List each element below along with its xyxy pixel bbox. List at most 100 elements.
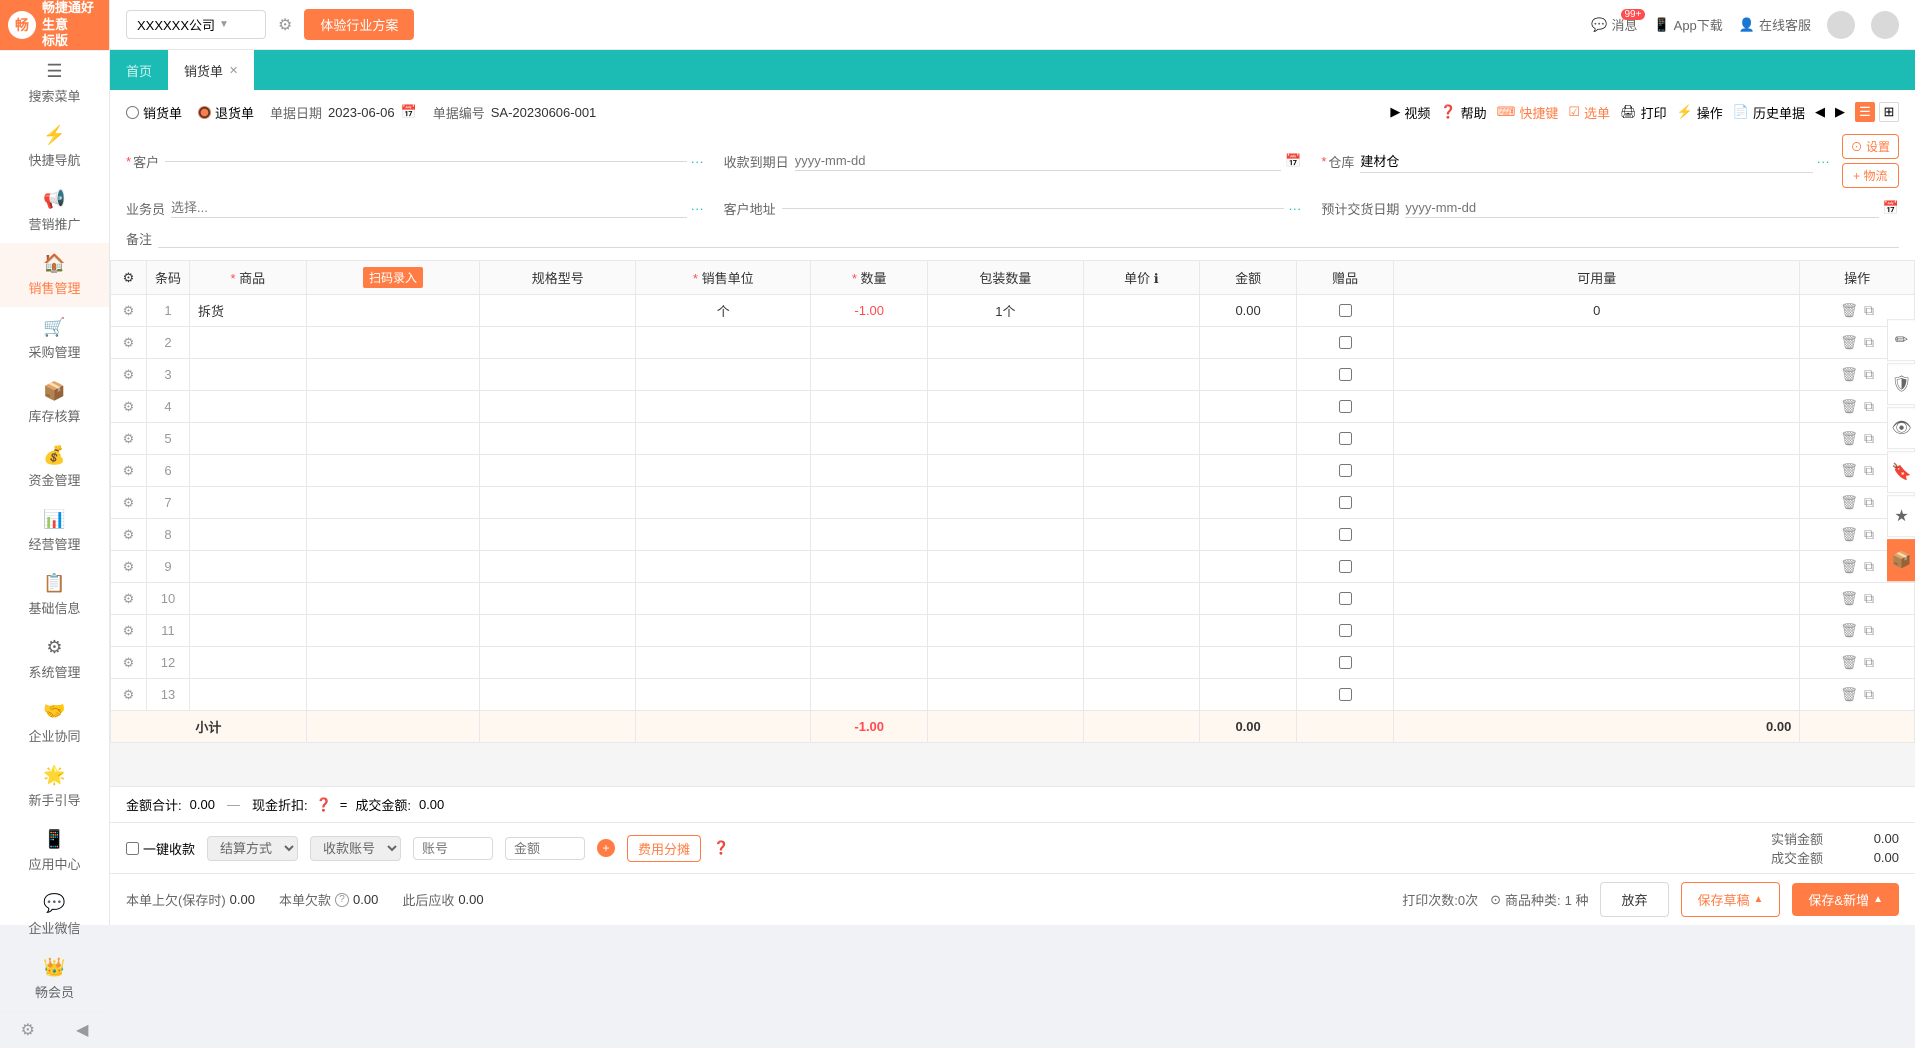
row-setting-icon[interactable]: ⚙ [123,335,135,350]
staff-input[interactable] [171,198,687,218]
date-calendar-icon[interactable]: 📅 [401,104,417,120]
account-select[interactable]: 收款账号 [310,836,401,861]
user-avatar2[interactable] [1871,11,1899,39]
copy-row-btn[interactable]: ⧉ [1864,334,1874,351]
gift-checkbox[interactable] [1339,304,1352,317]
customer-addr-dots[interactable]: ··· [1288,201,1301,216]
one-click-checkbox[interactable] [126,842,139,855]
row-setting-icon[interactable]: ⚙ [123,559,135,574]
action-video[interactable]: ▶ 视频 [1390,103,1430,122]
tab-home[interactable]: 首页 [110,50,168,90]
row-setting-icon[interactable]: ⚙ [123,623,135,638]
row-setting-icon[interactable]: ⚙ [123,367,135,382]
cell-qty[interactable] [811,679,928,711]
cell-qty[interactable] [811,583,928,615]
cell-price[interactable] [1083,615,1199,647]
cell-qty[interactable] [811,359,928,391]
cell-qty[interactable] [811,647,928,679]
sidebar-item-system[interactable]: ⚙ 系统管理 [0,627,109,691]
delete-row-btn[interactable]: 🗑 [1840,366,1858,383]
cell-qty[interactable] [811,327,928,359]
copy-row-btn[interactable]: ⧉ [1864,526,1874,543]
view-list-icon[interactable]: ☰ [1855,102,1875,122]
customer-input[interactable] [165,161,687,162]
row-setting-icon[interactable]: ⚙ [123,655,135,670]
copy-row-btn[interactable]: ⧉ [1864,430,1874,447]
cell-qty[interactable]: -1.00 [811,295,928,327]
row-setting-icon[interactable]: ⚙ [123,687,135,702]
cell-price[interactable] [1083,391,1199,423]
sidebar-item-inventory[interactable]: 📦 库存核算 [0,371,109,435]
expected-date-calendar-icon[interactable]: 📅 [1883,200,1899,216]
cell-qty[interactable] [811,423,928,455]
copy-row-btn[interactable]: ⧉ [1864,302,1874,319]
cell-price[interactable] [1083,455,1199,487]
delete-row-btn[interactable]: 🗑 [1840,590,1858,607]
total-debt-help-icon[interactable]: ? [335,893,349,907]
gift-checkbox[interactable] [1339,592,1352,605]
topbar-gear-icon[interactable]: ⚙ [278,15,292,35]
rfloat-eye[interactable]: 👁 [1887,407,1915,449]
settings-button[interactable]: ⊙ 设置 [1842,134,1899,159]
delete-row-btn[interactable]: 🗑 [1840,302,1858,319]
action-select[interactable]: ☑ 选单 [1568,103,1610,122]
sidebar-item-search[interactable]: ☰ 搜索菜单 [0,50,109,115]
sidebar-item-basic[interactable]: 📋 基础信息 [0,563,109,627]
copy-row-btn[interactable]: ⧉ [1864,686,1874,703]
topbar-online-service[interactable]: 👤 在线客服 [1739,15,1811,34]
staff-dots[interactable]: ··· [691,201,704,216]
customer-addr-input[interactable] [782,208,1285,209]
gift-checkbox[interactable] [1339,560,1352,573]
copy-row-btn[interactable]: ⧉ [1864,398,1874,415]
gift-checkbox[interactable] [1339,368,1352,381]
rfloat-edit[interactable]: ✏ [1887,319,1915,361]
delete-row-btn[interactable]: 🗑 [1840,334,1858,351]
one-click-payment[interactable]: 一键收款 [126,839,195,858]
gift-checkbox[interactable] [1339,624,1352,637]
row-setting-icon[interactable]: ⚙ [123,591,135,606]
row-setting-icon[interactable]: ⚙ [123,495,135,510]
cell-price[interactable] [1083,487,1199,519]
row-setting-icon[interactable]: ⚙ [123,431,135,446]
cell-price[interactable] [1083,327,1199,359]
row-setting-icon[interactable]: ⚙ [123,527,135,542]
scan-btn[interactable]: 扫码录入 [363,267,423,288]
payment-method-select[interactable]: 结算方式 [207,836,298,861]
sidebar-collapse-btn[interactable]: ◀ [76,1020,88,1040]
action-next[interactable]: ▶ [1835,104,1845,120]
gift-checkbox[interactable] [1339,528,1352,541]
sidebar-item-guide[interactable]: 🌟 新手引导 [0,755,109,819]
cell-qty[interactable] [811,519,928,551]
gift-checkbox[interactable] [1339,656,1352,669]
copy-row-btn[interactable]: ⧉ [1864,654,1874,671]
delete-row-btn[interactable]: 🗑 [1840,526,1858,543]
sidebar-item-purchase[interactable]: 🛒 采购管理 [0,307,109,371]
save-draft-button[interactable]: 保存草稿 ▲ [1681,882,1781,917]
view-grid-icon[interactable]: ⊞ [1879,102,1899,122]
sidebar-item-enterprise[interactable]: 🤝 企业协同 [0,691,109,755]
rfloat-star[interactable]: ★ [1887,495,1915,537]
sidebar-settings-btn[interactable]: ⚙ [21,1020,35,1040]
due-date-calendar-icon[interactable]: 📅 [1285,153,1301,169]
cell-price[interactable] [1083,359,1199,391]
rfloat-orange[interactable]: 📦 [1887,539,1915,581]
due-date-input[interactable] [795,151,1281,171]
gift-checkbox[interactable] [1339,400,1352,413]
copy-row-btn[interactable]: ⧉ [1864,590,1874,607]
delete-row-btn[interactable]: 🗑 [1840,622,1858,639]
expense-split-button[interactable]: 费用分摊 [627,835,701,862]
cell-price[interactable] [1083,647,1199,679]
gift-checkbox[interactable] [1339,496,1352,509]
row-setting-icon[interactable]: ⚙ [123,399,135,414]
cell-price[interactable] [1083,295,1199,327]
copy-row-btn[interactable]: ⧉ [1864,622,1874,639]
rfloat-shield[interactable]: 🛡 [1887,363,1915,405]
trial-button[interactable]: 体验行业方案 [304,9,414,40]
sidebar-item-finance[interactable]: 💰 资金管理 [0,435,109,499]
note-input[interactable] [158,228,1899,248]
gift-checkbox[interactable] [1339,688,1352,701]
cell-price[interactable] [1083,423,1199,455]
warehouse-dots[interactable]: ··· [1817,154,1830,169]
row-setting-icon[interactable]: ⚙ [123,303,135,318]
cell-qty[interactable] [811,391,928,423]
